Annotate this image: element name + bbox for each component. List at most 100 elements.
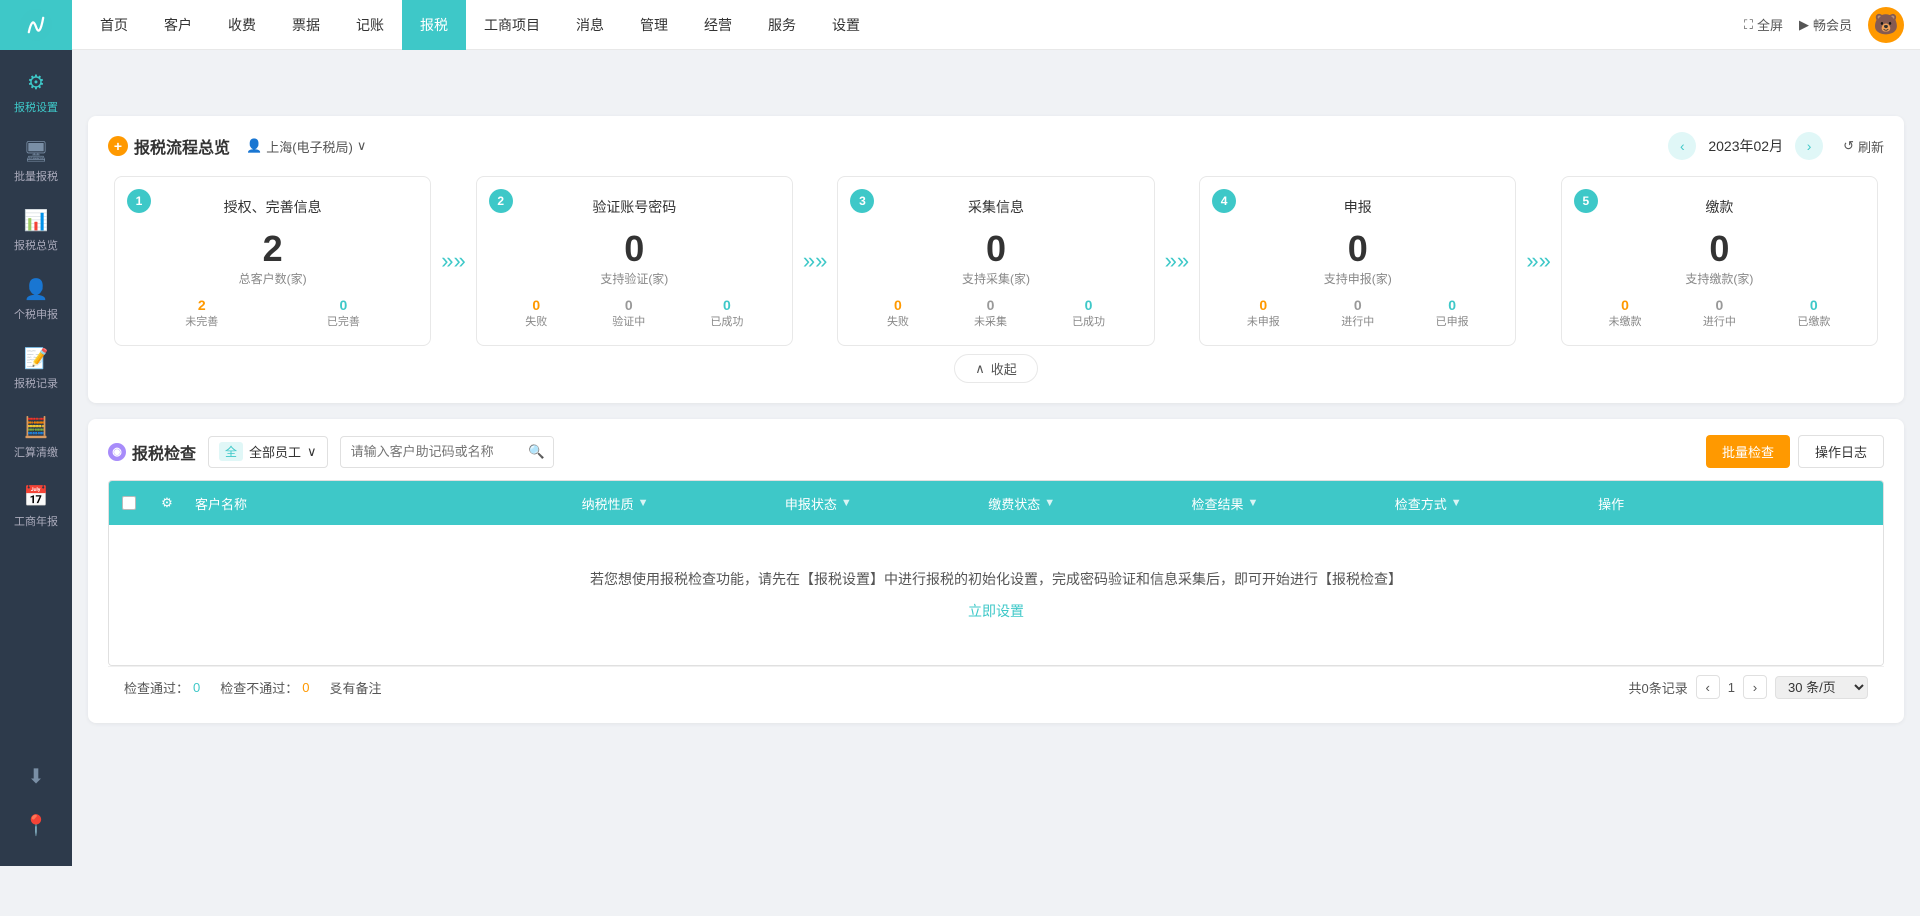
tax-check-panel: ◉ 报税检查 全 全部员工 ∨ 🔍 批量检查 操作日志	[88, 419, 1904, 723]
header-checkbox[interactable]	[122, 496, 136, 510]
per-page-select[interactable]: 30 条/页 50 条/页 100 条/页	[1775, 676, 1868, 699]
overview-icon: 📊	[24, 208, 49, 233]
nav-item-首页[interactable]: 首页	[82, 0, 146, 50]
nav-item-服务[interactable]: 服务	[750, 0, 814, 50]
vip-label: 畅会员	[1813, 15, 1852, 34]
nav-item-设置[interactable]: 设置	[814, 0, 878, 50]
filter-icon-declare[interactable]: ▼	[841, 497, 852, 509]
sidebar-label-tax-settings: 报税设置	[14, 99, 58, 115]
filter-icon-result[interactable]: ▼	[1248, 497, 1259, 509]
search-button[interactable]: 🔍	[521, 436, 553, 468]
stat: 0 已成功	[1072, 297, 1105, 329]
th-checkbox[interactable]	[109, 496, 149, 510]
th-operation: 操作	[1588, 494, 1883, 513]
collapse-btn[interactable]: ∧ 收起	[954, 354, 1038, 383]
prev-page-btn[interactable]: ‹	[1696, 675, 1720, 699]
table-body-empty: 若您想使用报税检查功能，请先在【报税设置】中进行报税的初始化设置，完成密码验证和…	[109, 525, 1883, 665]
check-title-icon: ◉	[108, 443, 126, 461]
step-sub-label: 支持缴款(家)	[1578, 270, 1861, 287]
empty-link[interactable]: 立即设置	[968, 601, 1024, 621]
step-main-num: 0	[1216, 227, 1499, 270]
prev-month-btn[interactable]: ‹	[1668, 132, 1696, 160]
step-stats: 0 失败 0 验证中 0 已成功	[493, 297, 776, 329]
settings-icon: ⚙	[27, 70, 45, 95]
step-main-num: 0	[493, 227, 776, 270]
step-sub-label: 支持申报(家)	[1216, 270, 1499, 287]
sidebar: ⚙ 报税设置 🖥 批量报税 📊 报税总览 👤 个税申报 📝 报税记录 🧮 汇算清…	[0, 50, 72, 866]
nav-item-客户[interactable]: 客户	[146, 0, 210, 50]
nav-item-管理[interactable]: 管理	[622, 0, 686, 50]
next-page-btn[interactable]: ›	[1743, 675, 1767, 699]
app-logo[interactable]	[0, 0, 72, 50]
nav-item-收费[interactable]: 收费	[210, 0, 274, 50]
nav-item-记账[interactable]: 记账	[338, 0, 402, 50]
batch-check-btn[interactable]: 批量检查	[1706, 435, 1790, 468]
th-declare-label: 申报状态	[785, 494, 837, 513]
personal-icon: 👤	[24, 277, 49, 302]
sidebar-item-tax-record[interactable]: 📝 报税记录	[0, 334, 72, 403]
search-input[interactable]	[341, 444, 521, 459]
sidebar-item-annual-report[interactable]: 📅 工商年报	[0, 472, 72, 541]
vip-btn[interactable]: ▶ 畅会员	[1799, 15, 1852, 34]
top-navigation: 首页客户收费票据记账报税工商项目消息管理经营服务设置 ⛶ 全屏 ▶ 畅会员 🐻	[0, 0, 1920, 50]
nav-item-经营[interactable]: 经营	[686, 0, 750, 50]
refresh-label: 刷新	[1858, 137, 1884, 156]
flow-step-2: 2 验证账号密码 0 支持验证(家) 0 失败 0 验证中 0 已成功	[476, 176, 793, 346]
filter-icon-method[interactable]: ▼	[1451, 497, 1462, 509]
flow-overview-panel: + 报税流程总览 👤 上海(电子税局) ∨ ‹ 2023年02月 › ↺ 刷新 …	[88, 116, 1904, 403]
stat: 0 已成功	[710, 297, 743, 329]
flow-step-3: 3 采集信息 0 支持采集(家) 0 失败 0 未采集 0 已成功	[837, 176, 1154, 346]
flow-step-4: 4 申报 0 支持申报(家) 0 未申报 0 进行中 0 已申报	[1199, 176, 1516, 346]
nav-item-报税[interactable]: 报税	[402, 0, 466, 50]
table-header: ⚙ 客户名称 纳税性质 ▼ 申报状态 ▼ 缴费状态 ▼ 检查	[109, 481, 1883, 525]
flow-step-5: 5 缴款 0 支持缴款(家) 0 未缴款 0 进行中 0 已缴款	[1561, 176, 1878, 346]
location-tag[interactable]: 👤 上海(电子税局) ∨	[246, 137, 366, 156]
stat: 0 已申报	[1436, 297, 1469, 329]
step-stats: 2 未完善 0 已完善	[131, 297, 414, 329]
record-icon: 📝	[24, 346, 49, 371]
sidebar-item-tax-settings[interactable]: ⚙ 报税设置	[0, 58, 72, 127]
step-title: 授权、完善信息	[131, 197, 414, 217]
step-arrow-4: »»	[1522, 176, 1554, 346]
main-content: + 报税流程总览 👤 上海(电子税局) ∨ ‹ 2023年02月 › ↺ 刷新 …	[72, 100, 1920, 916]
location-person-icon: 👤	[246, 138, 262, 154]
nav-links: 首页客户收费票据记账报税工商项目消息管理经营服务设置	[72, 0, 1744, 50]
stat: 0 已完善	[327, 297, 360, 329]
refresh-btn[interactable]: ↺ 刷新	[1843, 137, 1884, 156]
th-check-result-label: 检查结果	[1191, 494, 1243, 513]
sidebar-item-personal-tax[interactable]: 👤 个税申报	[0, 265, 72, 334]
stat: 0 进行中	[1703, 297, 1736, 329]
next-month-btn[interactable]: ›	[1795, 132, 1823, 160]
header-right: 批量检查 操作日志	[1706, 435, 1884, 468]
fail-num[interactable]: 0	[302, 680, 309, 695]
sidebar-item-batch-tax[interactable]: 🖥 批量报税	[0, 127, 72, 196]
batch-icon: 🖥	[23, 139, 48, 164]
step-main-num: 2	[131, 227, 414, 270]
step-num-badge: 1	[127, 189, 151, 213]
step-title: 缴款	[1578, 197, 1861, 217]
sidebar-item-download[interactable]: ⬇	[0, 752, 72, 801]
nav-item-工商项目[interactable]: 工商项目	[466, 0, 558, 50]
check-table: ⚙ 客户名称 纳税性质 ▼ 申报状态 ▼ 缴费状态 ▼ 检查	[108, 480, 1884, 666]
filter-icon-tax[interactable]: ▼	[638, 497, 649, 509]
nav-item-消息[interactable]: 消息	[558, 0, 622, 50]
sidebar-label-batch-tax: 批量报税	[14, 168, 58, 184]
sidebar-item-location[interactable]: 📍	[0, 801, 72, 850]
fullscreen-btn[interactable]: ⛶ 全屏	[1744, 15, 1783, 34]
filter-icon-pay[interactable]: ▼	[1044, 497, 1055, 509]
operation-log-btn[interactable]: 操作日志	[1798, 435, 1884, 468]
flow-panel-header: + 报税流程总览 👤 上海(电子税局) ∨ ‹ 2023年02月 › ↺ 刷新	[108, 132, 1884, 160]
employee-filter[interactable]: 全 全部员工 ∨	[208, 436, 328, 468]
settlement-icon: 🧮	[24, 415, 49, 440]
backup-text: 㕛有备注	[330, 681, 382, 696]
nav-item-票据[interactable]: 票据	[274, 0, 338, 50]
stat: 0 进行中	[1341, 297, 1374, 329]
sidebar-item-settlement[interactable]: 🧮 汇算清缴	[0, 403, 72, 472]
refresh-icon: ↺	[1843, 138, 1854, 154]
user-avatar[interactable]: 🐻	[1868, 7, 1904, 43]
step-title: 申报	[1216, 197, 1499, 217]
sidebar-item-tax-overview[interactable]: 📊 报税总览	[0, 196, 72, 265]
th-gear[interactable]: ⚙	[149, 495, 185, 511]
pass-num[interactable]: 0	[193, 680, 200, 695]
fullscreen-label: 全屏	[1757, 15, 1783, 34]
